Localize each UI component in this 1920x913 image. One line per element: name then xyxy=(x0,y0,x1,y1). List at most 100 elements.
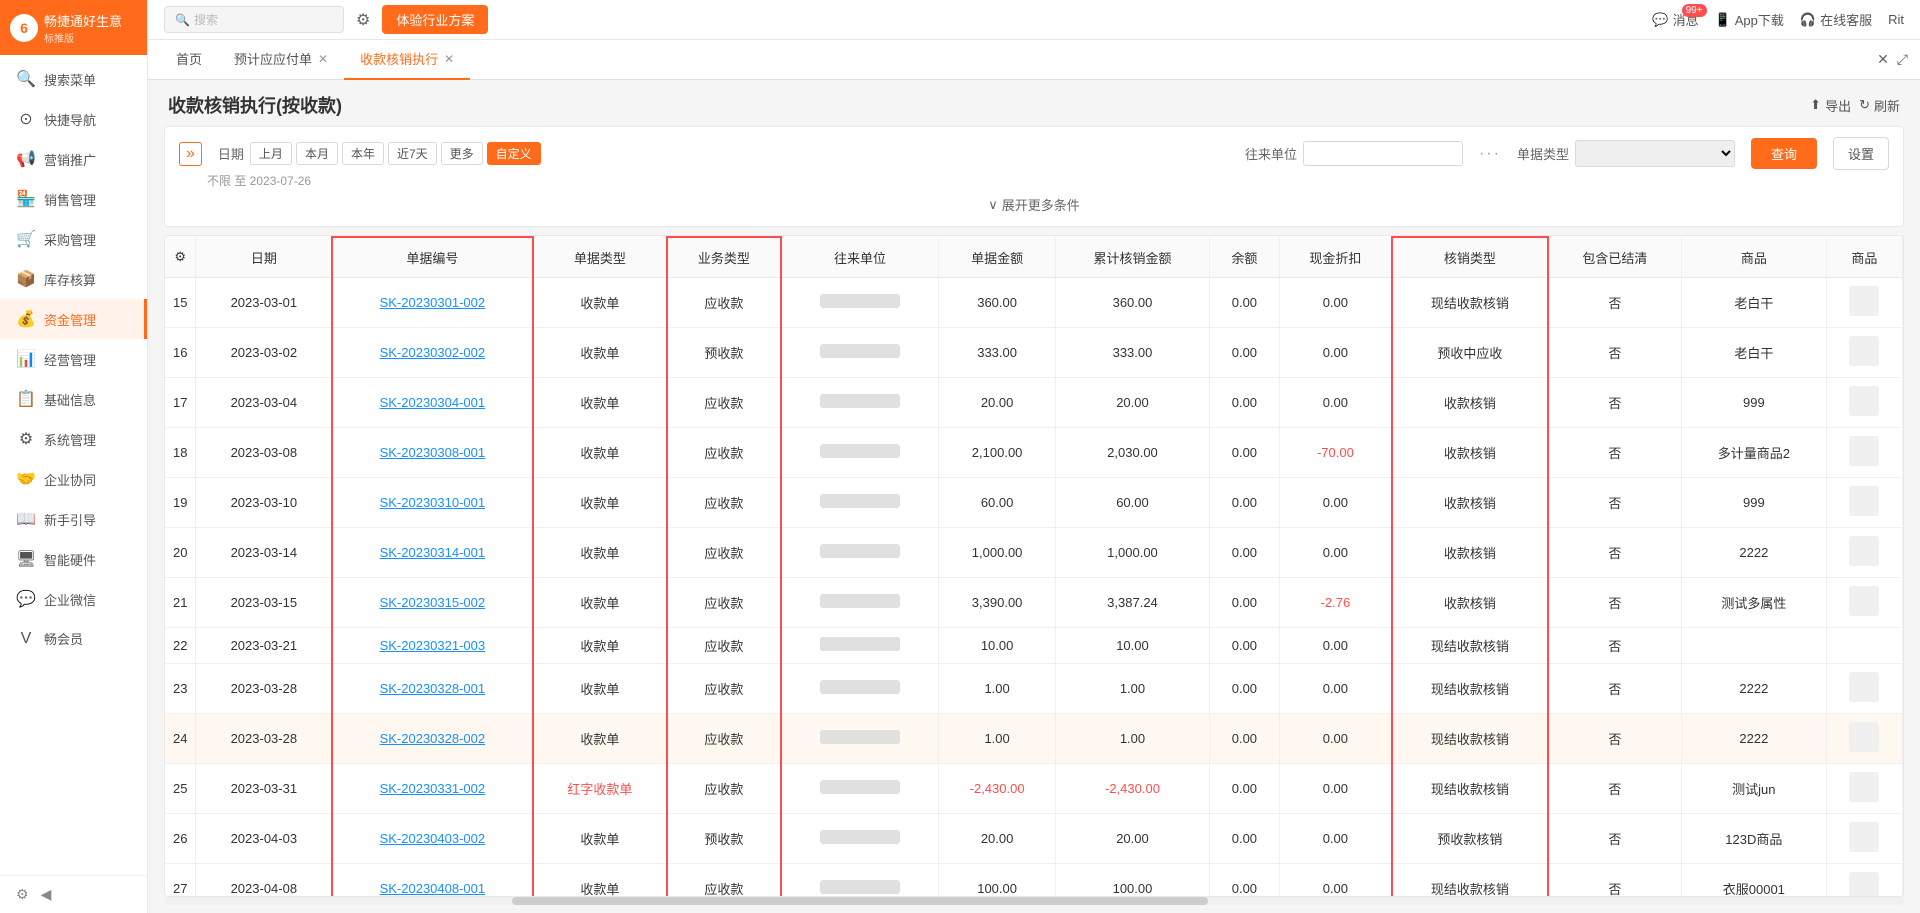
service-label: 在线客服 xyxy=(1820,10,1872,29)
th-goods: 商品 xyxy=(1682,237,1827,278)
user-item[interactable]: Rit xyxy=(1888,12,1904,27)
sidebar-item-guide[interactable]: 📖 新手引导 xyxy=(0,499,147,539)
cell-biz-type: 应收款 xyxy=(667,478,781,528)
this-year-btn[interactable]: 本年 xyxy=(342,142,384,165)
expand-tab-icon[interactable]: ⤢ xyxy=(1897,51,1908,68)
cell-write-off-type: 收款核销 xyxy=(1392,528,1548,578)
th-settings[interactable]: ⚙ xyxy=(165,237,196,278)
sidebar-item-finance[interactable]: 💰 资金管理 xyxy=(0,299,147,339)
more-btn[interactable]: 更多 xyxy=(441,142,483,165)
sidebar-label-sales: 销售管理 xyxy=(44,190,96,209)
th-goods-img: 商品 xyxy=(1826,237,1902,278)
cell-discount: 0.00 xyxy=(1279,814,1392,864)
custom-btn[interactable]: 自定义 xyxy=(487,142,541,165)
cell-doc-no[interactable]: SK-20230403-002 xyxy=(332,814,532,864)
sidebar-item-hardware[interactable]: 🖥 智能硬件 xyxy=(0,539,147,579)
collapse-icon[interactable]: ◀ xyxy=(41,886,52,903)
sidebar-item-operation[interactable]: 📊 经营管理 xyxy=(0,339,147,379)
last-7days-btn[interactable]: 近7天 xyxy=(388,142,437,165)
cell-doc-no[interactable]: SK-20230314-001 xyxy=(332,528,532,578)
sidebar-item-search[interactable]: 🔍 搜索菜单 xyxy=(0,59,147,99)
tab-pending-close[interactable]: ✕ xyxy=(318,52,328,66)
settings-icon[interactable]: ⚙ xyxy=(16,886,29,903)
cell-discount: 0.00 xyxy=(1279,478,1392,528)
cell-goods: 衣服00001 xyxy=(1682,864,1827,898)
cell-doc-no[interactable]: SK-20230331-002 xyxy=(332,764,532,814)
receipt-type-select[interactable] xyxy=(1575,140,1735,167)
cell-settled: 否 xyxy=(1548,478,1682,528)
close-tab-icon[interactable]: ✕ xyxy=(1877,51,1889,68)
cell-doc-no[interactable]: SK-20230308-001 xyxy=(332,428,532,478)
solution-button[interactable]: 体验行业方案 xyxy=(382,5,488,34)
sidebar-item-system[interactable]: ⚙ 系统管理 xyxy=(0,419,147,459)
tab-collection-close[interactable]: ✕ xyxy=(444,52,454,66)
cell-doc-no[interactable]: SK-20230328-001 xyxy=(332,664,532,714)
sidebar-item-marketing[interactable]: 📢 营销推广 xyxy=(0,139,147,179)
cell-doc-no[interactable]: SK-20230328-002 xyxy=(332,714,532,764)
message-count: 99+ xyxy=(1682,4,1707,17)
sidebar-item-quick[interactable]: ⊙ 快捷导航 xyxy=(0,99,147,139)
sidebar-item-member[interactable]: V 畅会员 xyxy=(0,619,147,658)
cell-discount: 0.00 xyxy=(1279,278,1392,328)
cell-write-off: 3,387.24 xyxy=(1055,578,1209,628)
gear-icon[interactable]: ⚙ xyxy=(356,10,370,30)
refresh-button[interactable]: ↻ 刷新 xyxy=(1859,96,1900,115)
settings-button[interactable]: 设置 xyxy=(1833,137,1889,170)
cell-seq: 26 xyxy=(165,814,196,864)
last-month-btn[interactable]: 上月 xyxy=(250,142,292,165)
cell-partner xyxy=(781,278,939,328)
search-bar[interactable]: 🔍 搜索 xyxy=(164,6,344,33)
cell-goods: 123D商品 xyxy=(1682,814,1827,864)
cell-doc-no[interactable]: SK-20230304-001 xyxy=(332,378,532,428)
tab-collection[interactable]: 收款核销执行 ✕ xyxy=(344,40,470,80)
table-row: 19 2023-03-10 SK-20230310-001 收款单 应收款 60… xyxy=(165,478,1903,528)
cell-write-off-type: 收款核销 xyxy=(1392,378,1548,428)
sidebar-item-wechat[interactable]: 💬 企业微信 xyxy=(0,579,147,619)
search-placeholder: 搜索 xyxy=(194,11,218,28)
cell-balance: 0.00 xyxy=(1210,578,1280,628)
cell-doc-no[interactable]: SK-20230302-002 xyxy=(332,328,532,378)
tabs-actions: ✕ ⤢ xyxy=(1877,51,1908,68)
sidebar-item-inventory[interactable]: 📦 库存核算 xyxy=(0,259,147,299)
main-content: 🔍 搜索 ⚙ 体验行业方案 💬 消息 99+ 📱 App下载 🎧 在线客服 Ri… xyxy=(148,0,1920,913)
table-row: 15 2023-03-01 SK-20230301-002 收款单 应收款 36… xyxy=(165,278,1903,328)
this-month-btn[interactable]: 本月 xyxy=(296,142,338,165)
horizontal-scrollbar[interactable] xyxy=(164,897,1904,905)
cell-doc-no[interactable]: SK-20230310-001 xyxy=(332,478,532,528)
export-button[interactable]: ⬆ 导出 xyxy=(1810,96,1851,115)
cell-doc-no[interactable]: SK-20230315-002 xyxy=(332,578,532,628)
logo: 6 畅捷通好生意 标推版 xyxy=(0,0,147,55)
sidebar-item-purchase[interactable]: 🛒 采购管理 xyxy=(0,219,147,259)
cell-write-off-type: 现结收款核销 xyxy=(1392,278,1548,328)
cell-date: 2023-03-21 xyxy=(196,628,332,664)
cell-date: 2023-04-08 xyxy=(196,864,332,898)
expand-button[interactable]: ∨ 展开更多条件 xyxy=(988,195,1080,214)
tab-home[interactable]: 首页 xyxy=(160,40,218,80)
cell-settled: 否 xyxy=(1548,528,1682,578)
app-icon: 📱 xyxy=(1715,12,1731,28)
cell-settled: 否 xyxy=(1548,578,1682,628)
date-buttons: 上月 本月 本年 近7天 更多 自定义 xyxy=(250,142,541,165)
cell-doc-no[interactable]: SK-20230321-003 xyxy=(332,628,532,664)
cell-goods: 2222 xyxy=(1682,714,1827,764)
message-item[interactable]: 💬 消息 99+ xyxy=(1652,10,1698,29)
cell-doc-no[interactable]: SK-20230408-001 xyxy=(332,864,532,898)
sidebar-item-enterprise[interactable]: 🤝 企业协同 xyxy=(0,459,147,499)
cell-goods-img xyxy=(1826,578,1902,628)
sidebar-item-sales[interactable]: 🏪 销售管理 xyxy=(0,179,147,219)
search-icon: 🔍 xyxy=(175,13,190,27)
cell-partner xyxy=(781,478,939,528)
filter-toggle[interactable]: » xyxy=(179,142,202,166)
sidebar-item-basic[interactable]: 📋 基础信息 xyxy=(0,379,147,419)
tab-pending[interactable]: 预计应应付单 ✕ xyxy=(218,40,344,80)
query-button[interactable]: 查询 xyxy=(1751,138,1817,169)
partner-input[interactable] xyxy=(1303,141,1463,166)
cell-write-off-type: 现结收款核销 xyxy=(1392,864,1548,898)
cell-biz-type: 应收款 xyxy=(667,864,781,898)
filter-dots[interactable]: ··· xyxy=(1479,145,1501,163)
app-download-item[interactable]: 📱 App下载 xyxy=(1715,10,1784,29)
cell-date: 2023-03-01 xyxy=(196,278,332,328)
cell-doc-no[interactable]: SK-20230301-002 xyxy=(332,278,532,328)
cell-partner xyxy=(781,328,939,378)
service-item[interactable]: 🎧 在线客服 xyxy=(1800,10,1872,29)
